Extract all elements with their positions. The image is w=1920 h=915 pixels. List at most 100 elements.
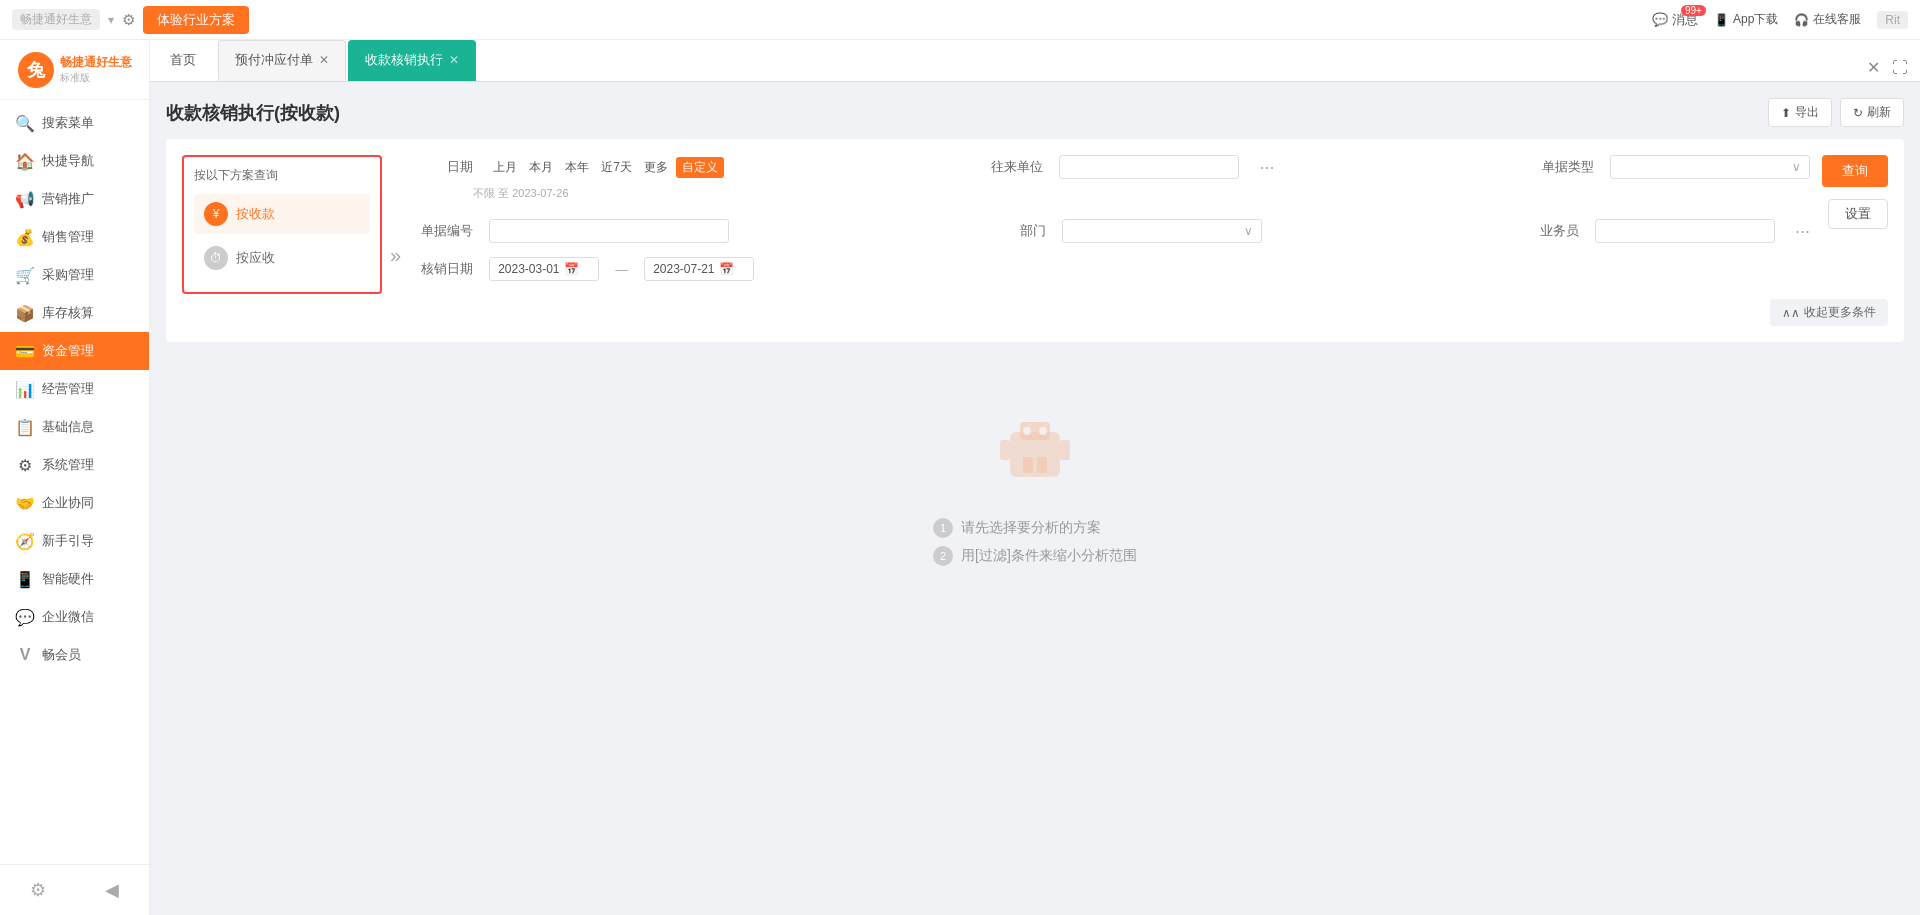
tab-prepay-offset[interactable]: 预付冲应付单 ✕ (218, 40, 346, 81)
sidebar-label-fund: 资金管理 (42, 342, 94, 360)
dept-label: 部门 (986, 222, 1046, 240)
svg-rect-4 (1023, 457, 1033, 473)
empty-state: 1 请先选择要分析的方案 2 用[过滤]条件来缩小分析范围 (166, 342, 1904, 626)
empty-hints: 1 请先选择要分析的方案 2 用[过滤]条件来缩小分析范围 (933, 518, 1137, 566)
tab-prepay-close-icon[interactable]: ✕ (319, 53, 329, 67)
sidebar-item-fund[interactable]: 💳 资金管理 (0, 332, 149, 370)
sidebar-item-biz-mgmt[interactable]: 📊 经营管理 (0, 370, 149, 408)
page-header: 收款核销执行(按收款) ⬆ 导出 ↻ 刷新 (166, 98, 1904, 127)
sidebar-nav: 🔍 搜索菜单 🏠 快捷导航 📢 营销推广 💰 销售管理 🛒 采购管理 📦 (0, 100, 149, 864)
counterpart-label: 往来单位 (983, 158, 1043, 176)
date-shortcut-this-month[interactable]: 本月 (525, 157, 557, 178)
app-label: App下载 (1733, 11, 1778, 28)
filter-option-by-receipt[interactable]: ¥ 按收款 (194, 194, 370, 234)
counterpart-input[interactable] (1059, 155, 1239, 179)
filter-scheme-title: 按以下方案查询 (194, 167, 370, 184)
sidebar-item-inventory[interactable]: 📦 库存核算 (0, 294, 149, 332)
content-area: 首页 预付冲应付单 ✕ 收款核销执行 ✕ ✕ ⛶ 收款核销执行(按收款) ⬆ (150, 40, 1920, 915)
tab-expand-button[interactable]: ⛶ (1888, 55, 1912, 81)
sidebar-label-quick-nav: 快捷导航 (42, 152, 94, 170)
tab-close-all-button[interactable]: ✕ (1863, 54, 1884, 81)
refresh-button[interactable]: ↻ 刷新 (1840, 98, 1904, 127)
empty-hint-2: 2 用[过滤]条件来缩小分析范围 (933, 546, 1137, 566)
verify-date-end-input[interactable]: 2023-07-21 📅 (644, 257, 754, 281)
date-shortcut-more[interactable]: 更多 (640, 157, 672, 178)
sidebar-settings-icon[interactable]: ⚙ (24, 873, 52, 907)
sidebar-item-quick-nav[interactable]: 🏠 快捷导航 (0, 142, 149, 180)
counterpart-dots[interactable]: ··· (1259, 157, 1274, 178)
sidebar-item-enterprise[interactable]: 🤝 企业协同 (0, 484, 149, 522)
empty-state-icon (985, 402, 1085, 502)
filter-option-by-receivable[interactable]: ⏱ 按应收 (194, 238, 370, 278)
sidebar-item-vip[interactable]: V 畅会员 (0, 636, 149, 674)
svg-point-3 (1039, 427, 1047, 435)
verify-date-end-value: 2023-07-21 (653, 262, 714, 276)
sidebar-item-basic-info[interactable]: 📋 基础信息 (0, 408, 149, 446)
sidebar-item-purchase[interactable]: 🛒 采购管理 (0, 256, 149, 294)
sidebar-label-beginner: 新手引导 (42, 532, 94, 550)
sidebar-logo: 兔 畅捷通好生意 标准版 (0, 40, 149, 100)
sidebar-label-inventory: 库存核算 (42, 304, 94, 322)
tab-receipt-close-icon[interactable]: ✕ (449, 53, 459, 67)
query-button[interactable]: 查询 (1822, 155, 1888, 187)
online-service-button[interactable]: 🎧 在线客服 (1794, 11, 1861, 28)
empty-hint-1: 1 请先选择要分析的方案 (933, 518, 1137, 538)
sidebar-item-beginner[interactable]: 🧭 新手引导 (0, 522, 149, 560)
by-receipt-icon: ¥ (204, 202, 228, 226)
tab-receipt-label: 收款核销执行 (365, 51, 443, 69)
svg-rect-7 (1060, 440, 1070, 460)
sales-icon: 💰 (16, 228, 34, 246)
date-shortcut-last-7days[interactable]: 近7天 (597, 157, 636, 178)
staff-dots[interactable]: ··· (1795, 221, 1810, 242)
voucher-num-input[interactable] (489, 219, 729, 243)
marketing-icon: 📢 (16, 190, 34, 208)
sidebar-item-sales[interactable]: 💰 销售管理 (0, 218, 149, 256)
dropdown-arrow-icon[interactable]: ▾ (108, 13, 114, 27)
message-button[interactable]: 💬 消息 99+ (1652, 11, 1698, 29)
tab-bar: 首页 预付冲应付单 ✕ 收款核销执行 ✕ ✕ ⛶ (150, 40, 1920, 82)
sidebar-item-smart-hw[interactable]: 📱 智能硬件 (0, 560, 149, 598)
dept-chevron-icon: ∨ (1244, 224, 1253, 238)
main-layout: 兔 畅捷通好生意 标准版 🔍 搜索菜单 🏠 快捷导航 📢 营销推广 💰 销售管理 (0, 40, 1920, 915)
app-download-button[interactable]: 📱 App下载 (1714, 11, 1778, 28)
sidebar-label-basic-info: 基础信息 (42, 418, 94, 436)
setting-button[interactable]: 设置 (1828, 199, 1888, 229)
service-icon: 🎧 (1794, 13, 1809, 27)
svg-rect-5 (1037, 457, 1047, 473)
sidebar-label-smart-hw: 智能硬件 (42, 570, 94, 588)
date-separator: — (615, 262, 628, 277)
verify-date-start-input[interactable]: 2023-03-01 📅 (489, 257, 599, 281)
sidebar-item-marketing[interactable]: 📢 营销推广 (0, 180, 149, 218)
edition-label: 标准版 (60, 71, 132, 84)
sidebar-item-search-menu[interactable]: 🔍 搜索菜单 (0, 104, 149, 142)
hint-num-1: 1 (933, 518, 953, 538)
sidebar-collapse-icon[interactable]: ◀ (99, 873, 125, 907)
settings-gear-icon[interactable]: ⚙ (122, 11, 135, 29)
sidebar-item-sys-mgmt[interactable]: ⚙ 系统管理 (0, 446, 149, 484)
tab-receipt-offset[interactable]: 收款核销执行 ✕ (348, 40, 476, 81)
dept-select[interactable]: ∨ (1062, 219, 1262, 243)
tab-home[interactable]: 首页 (150, 41, 216, 81)
sidebar-bottom: ⚙ ◀ (0, 864, 149, 915)
voucher-type-select[interactable]: ∨ (1610, 155, 1810, 179)
sidebar-item-wechat-biz[interactable]: 💬 企业微信 (0, 598, 149, 636)
collapse-more-label: 收起更多条件 (1804, 304, 1876, 321)
date-shortcuts: 上月 本月 本年 近7天 更多 自定义 (489, 157, 724, 178)
collapse-more-button[interactable]: ∧∧ 收起更多条件 (1770, 299, 1888, 326)
staff-input[interactable] (1595, 219, 1775, 243)
export-button[interactable]: ⬆ 导出 (1768, 98, 1832, 127)
logo-text: 畅捷通好生意 标准版 (60, 55, 132, 84)
user-profile[interactable]: Rit (1877, 11, 1908, 29)
date-shortcut-this-year[interactable]: 本年 (561, 157, 593, 178)
collapse-left-panel-button[interactable]: » (390, 240, 401, 271)
by-receivable-icon: ⏱ (204, 246, 228, 270)
beginner-icon: 🧭 (16, 532, 34, 550)
industry-solution-button[interactable]: 体验行业方案 (143, 6, 249, 34)
tab-prepay-label: 预付冲应付单 (235, 51, 313, 69)
date-shortcut-custom[interactable]: 自定义 (676, 157, 724, 178)
query-buttons: 查询 设置 (1822, 155, 1888, 229)
by-receivable-label: 按应收 (236, 249, 275, 267)
export-label: 导出 (1795, 104, 1819, 121)
date-shortcut-last-month[interactable]: 上月 (489, 157, 521, 178)
staff-label: 业务员 (1519, 222, 1579, 240)
